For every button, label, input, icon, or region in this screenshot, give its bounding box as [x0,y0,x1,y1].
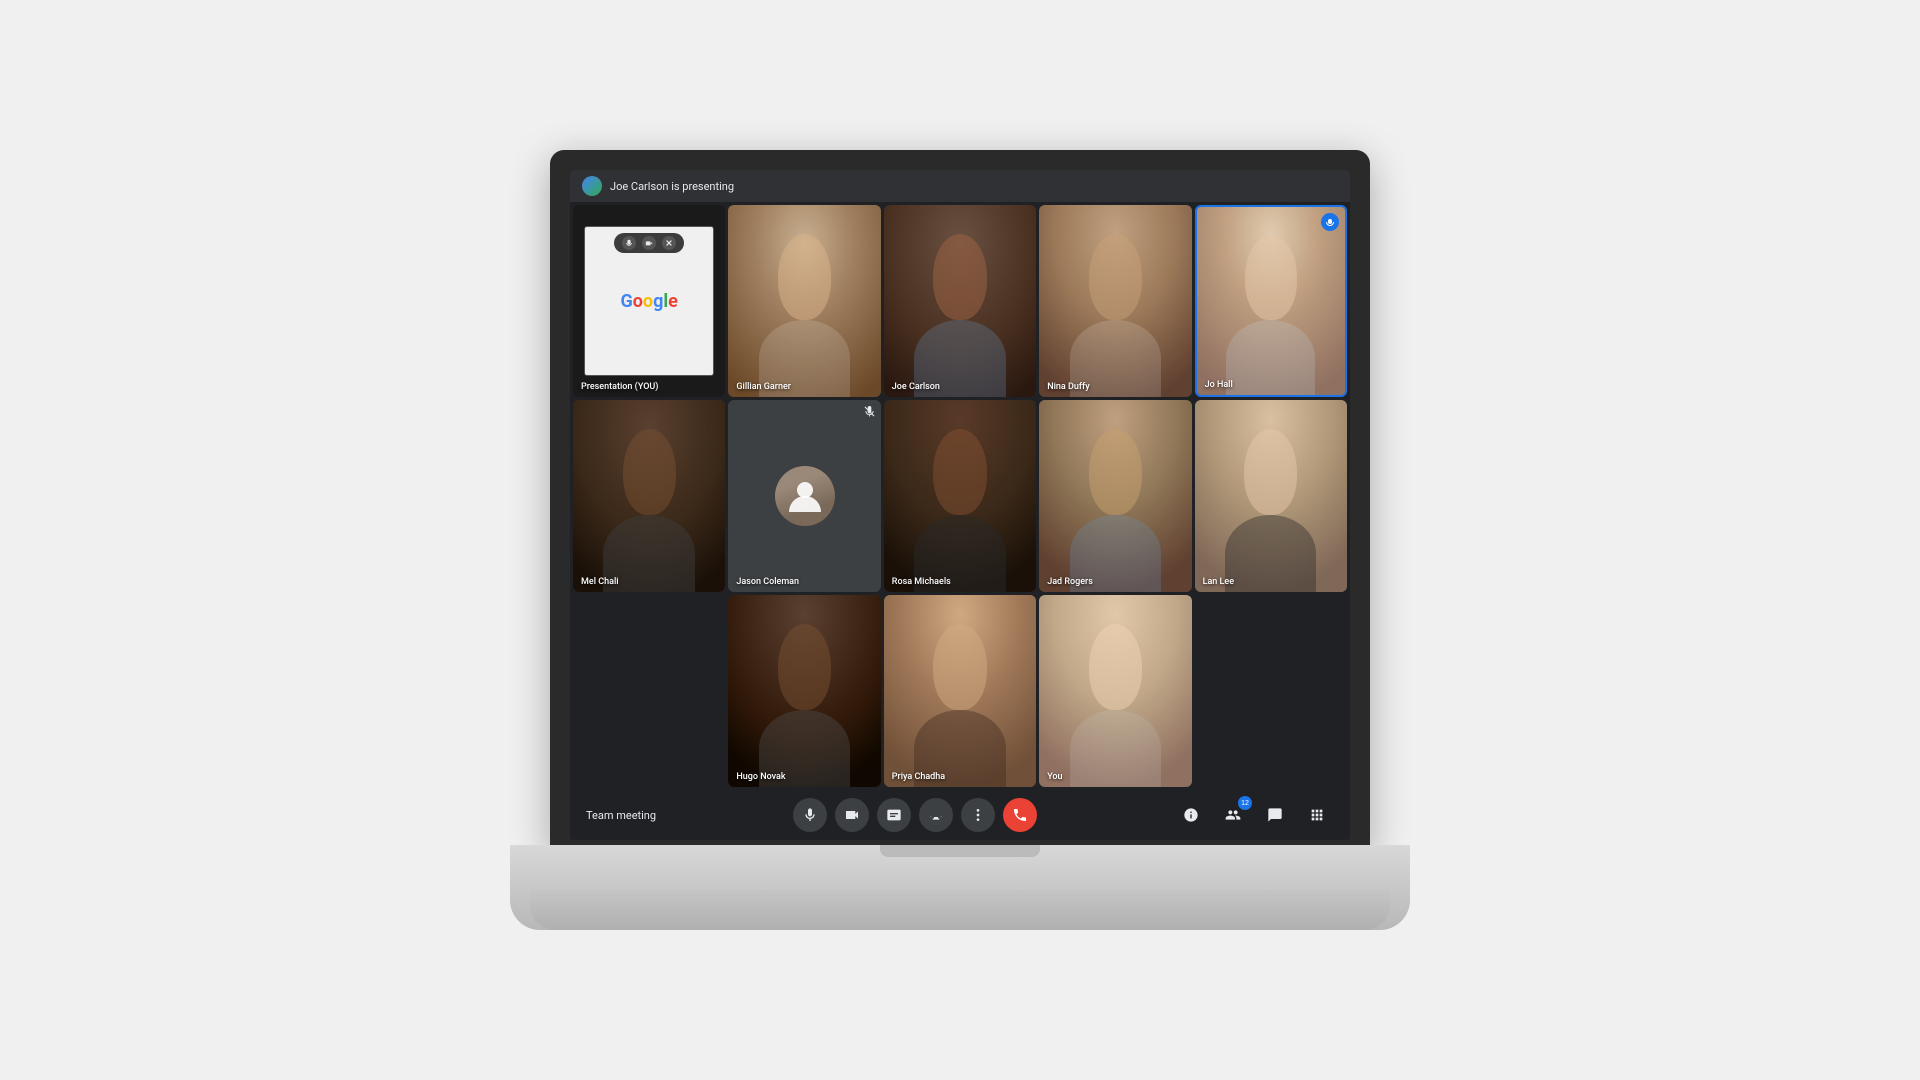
tile-jason[interactable]: Jason Coleman [728,400,880,592]
tile-rosa[interactable]: Rosa Michaels [884,400,1036,592]
activities-button[interactable] [1300,798,1334,832]
presenter-text: Joe Carlson is presenting [610,180,734,193]
tile-label-jo: Jo Hall [1205,380,1233,390]
tile-label-jad: Jad Rogers [1047,577,1093,587]
tile-presentation[interactable]: G o o g l e Presentation [573,205,725,397]
video-grid: G o o g l e Presentation [570,202,1350,790]
tile-label-mel: Mel Chali [581,577,619,587]
info-button[interactable] [1174,798,1208,832]
jason-avatar [775,466,835,526]
tile-label-jason: Jason Coleman [736,577,799,587]
tile-label-joe: Joe Carlson [892,382,940,392]
participants-count-badge: 12 [1238,796,1252,810]
chat-button[interactable] [1258,798,1292,832]
tile-mel[interactable]: Mel Chali [573,400,725,592]
tile-jad[interactable]: Jad Rogers [1039,400,1191,592]
tile-label-presentation: Presentation (YOU) [581,382,658,392]
tile-label-you: You [1047,772,1062,782]
more-options-button[interactable] [961,798,995,832]
meet-container: Joe Carlson is presenting [570,170,1350,840]
speaking-badge [1321,213,1339,231]
tile-priya[interactable]: Priya Chadha [884,595,1036,787]
present-button[interactable] [919,798,953,832]
tile-label-rosa: Rosa Michaels [892,577,951,587]
camera-button[interactable] [835,798,869,832]
tile-label-priya: Priya Chadha [892,772,945,782]
tile-label-hugo: Hugo Novak [736,772,785,782]
tile-gillian[interactable]: Gillian Garner [728,205,880,397]
tile-lan[interactable]: Lan Lee [1195,400,1347,592]
toolbar-center [793,798,1037,832]
tile-hugo[interactable]: Hugo Novak [728,595,880,787]
tile-you[interactable]: You [1039,595,1191,787]
tile-joe[interactable]: Joe Carlson [884,205,1036,397]
laptop-base [510,845,1410,930]
tile-nina[interactable]: Nina Duffy [1039,205,1191,397]
bottom-bar: Team meeting [570,790,1350,840]
captions-button[interactable] [877,798,911,832]
laptop-shell: Joe Carlson is presenting [510,150,1410,930]
presenter-avatar [582,176,602,196]
mic-button[interactable] [793,798,827,832]
tile-label-lan: Lan Lee [1203,577,1234,587]
mic-muted-icon [864,406,875,420]
meeting-name: Team meeting [586,809,656,822]
toolbar-right: 12 [1174,798,1334,832]
tile-jo[interactable]: Jo Hall [1195,205,1347,397]
participants-button[interactable]: 12 [1216,798,1250,832]
laptop-screen: Joe Carlson is presenting [570,170,1350,840]
tile-label-nina: Nina Duffy [1047,382,1089,392]
tile-label-gillian: Gillian Garner [736,382,791,392]
end-call-button[interactable] [1003,798,1037,832]
presenter-bar: Joe Carlson is presenting [570,170,1350,202]
screen-bezel: Joe Carlson is presenting [550,150,1370,850]
